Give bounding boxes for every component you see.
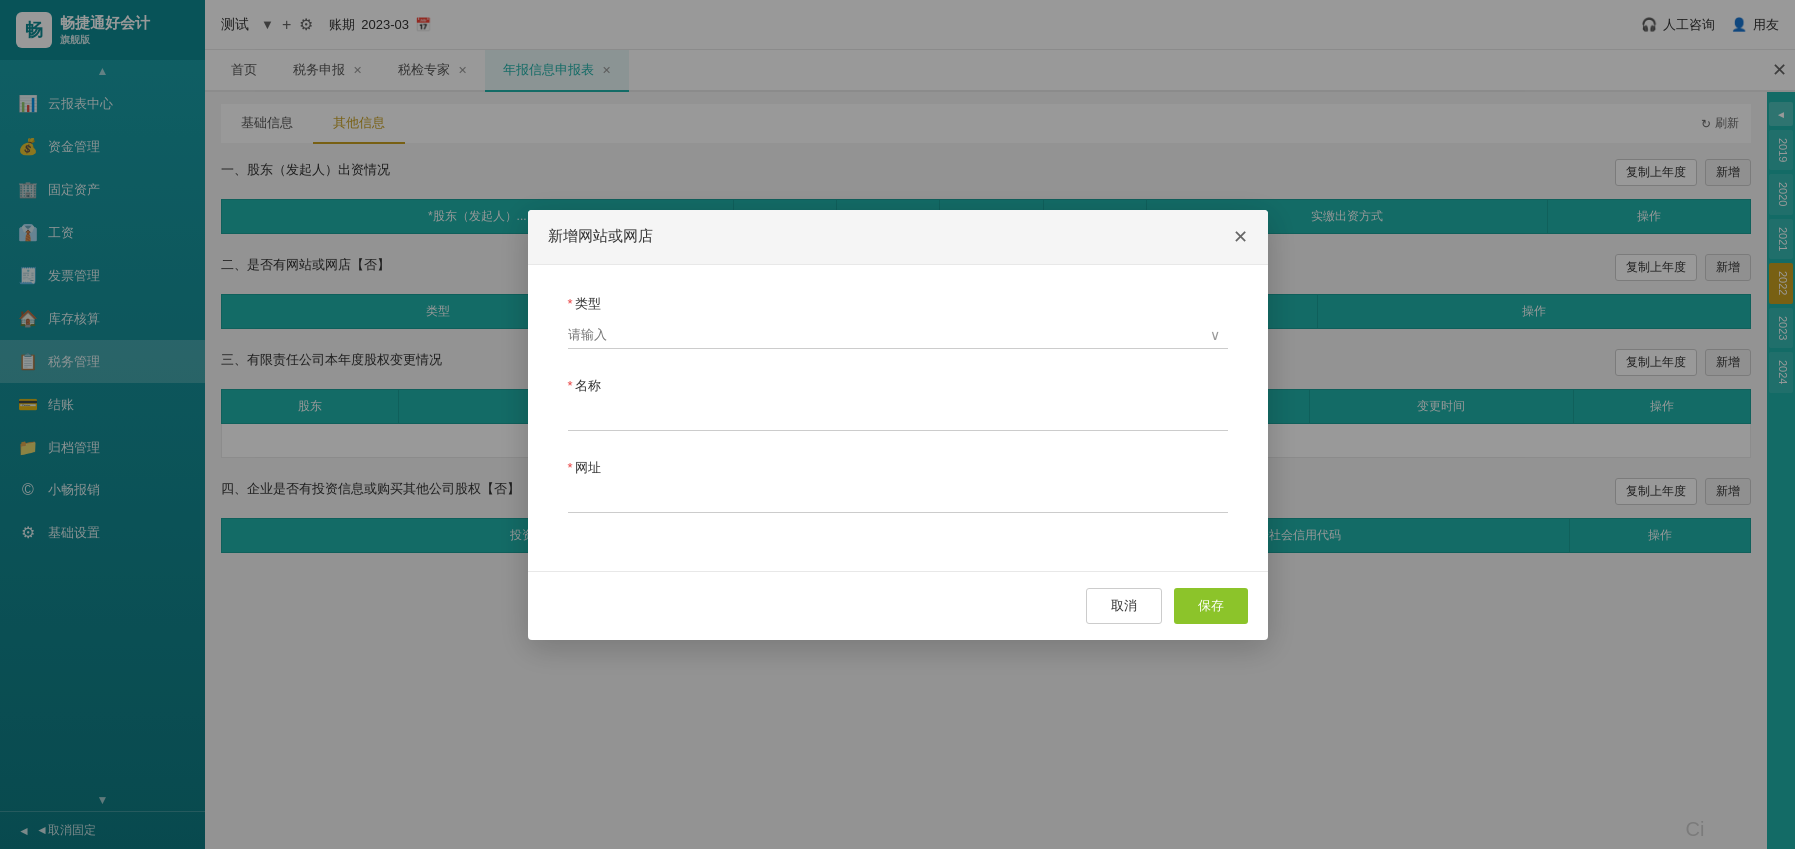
form-row-name: *名称 <box>568 377 1228 431</box>
name-input-wrapper <box>568 403 1228 431</box>
modal-body: *类型 ∨ *名称 *网址 <box>528 265 1268 571</box>
url-input-wrapper <box>568 485 1228 513</box>
modal-overlay: 新增网站或网店 ✕ *类型 ∨ *名称 <box>0 0 1795 849</box>
modal-header: 新增网站或网店 ✕ <box>528 210 1268 265</box>
modal-footer: 取消 保存 <box>528 571 1268 640</box>
name-required-mark: * <box>568 378 573 393</box>
modal-close-btn[interactable]: ✕ <box>1233 226 1248 248</box>
modal-add-website: 新增网站或网店 ✕ *类型 ∨ *名称 <box>528 210 1268 640</box>
url-required-mark: * <box>568 460 573 475</box>
type-input-wrapper: ∨ <box>568 321 1228 349</box>
form-row-url: *网址 <box>568 459 1228 513</box>
cancel-btn[interactable]: 取消 <box>1086 588 1162 624</box>
form-row-type: *类型 ∨ <box>568 295 1228 349</box>
save-btn[interactable]: 保存 <box>1174 588 1248 624</box>
form-label-type: *类型 <box>568 295 1228 313</box>
modal-title: 新增网站或网店 <box>548 227 653 246</box>
url-input[interactable] <box>568 485 1228 513</box>
form-label-name: *名称 <box>568 377 1228 395</box>
type-required-mark: * <box>568 296 573 311</box>
name-input[interactable] <box>568 403 1228 431</box>
type-select-arrow: ∨ <box>1210 327 1220 343</box>
type-input[interactable] <box>568 321 1228 349</box>
form-label-url: *网址 <box>568 459 1228 477</box>
